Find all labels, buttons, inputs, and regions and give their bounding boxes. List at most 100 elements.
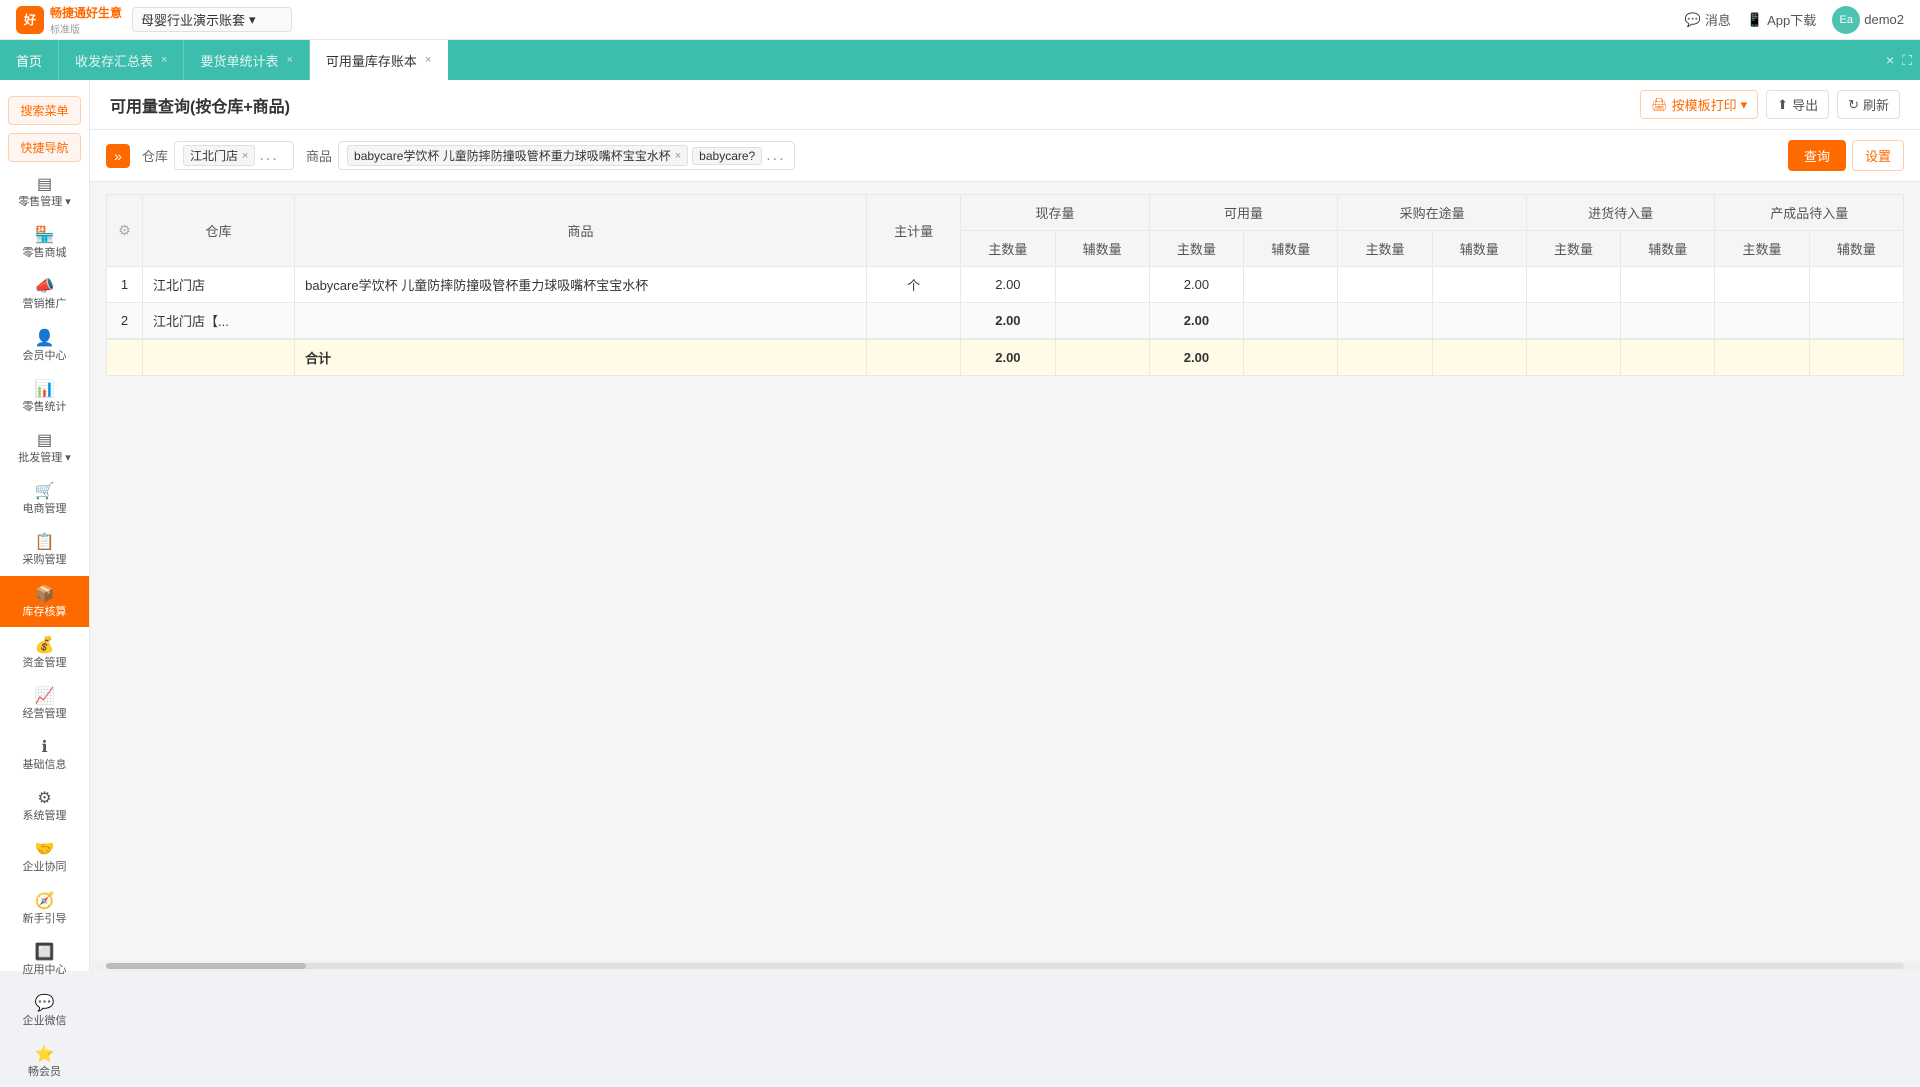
row1-warehouse: 江北门店 xyxy=(143,267,295,303)
sidebar-item-purchase-mgmt[interactable]: 📋 采购管理 xyxy=(0,524,89,575)
avatar-initial: Ea xyxy=(1840,14,1853,26)
data-table: ⚙ 仓库 商品 主计量 现存量 可用量 采购在途量 进货待入量 产成品待入量 主… xyxy=(106,194,1904,376)
sidebar-item-free-member[interactable]: ⭐ 畅会员 xyxy=(0,1036,89,1087)
warehouse-tag-close[interactable]: × xyxy=(242,150,248,162)
ops-icon: 📈 xyxy=(35,686,55,706)
refresh-icon: ↻ xyxy=(1848,97,1859,113)
scrollbar-thumb[interactable] xyxy=(106,963,306,969)
basic-info-icon: ℹ xyxy=(41,737,47,757)
quick-nav-btn[interactable]: 快捷导航 xyxy=(8,133,81,162)
marketing-icon: 📣 xyxy=(35,276,55,296)
sidebar-item-retail-mgmt[interactable]: ▤ 零售管理 ▾ xyxy=(0,166,89,217)
retail-mgmt-icon: ▤ xyxy=(37,174,52,194)
row2-prodp-aux xyxy=(1809,303,1903,340)
sidebar-item-marketing[interactable]: 📣 营销推广 xyxy=(0,268,89,319)
product-more[interactable]: ... xyxy=(766,147,785,165)
setting-btn[interactable]: 设置 xyxy=(1852,140,1904,171)
sys-icon: ⚙ xyxy=(37,788,51,808)
gear-icon[interactable]: ⚙ xyxy=(118,222,131,238)
summary-empty3 xyxy=(867,339,961,376)
top-bar-left: 好 畅捷通好生意 标准版 母婴行业演示账套 ▾ xyxy=(16,4,292,36)
filter-expand-btn[interactable]: » xyxy=(106,144,130,168)
sidebar-item-finance-mgmt[interactable]: 💰 资金管理 xyxy=(0,627,89,678)
nav-spacer xyxy=(448,40,1878,80)
tab-home-label: 首页 xyxy=(16,51,42,70)
tab-available-ledger-close[interactable]: × xyxy=(425,54,431,66)
product-input[interactable]: babycare学饮杯 儿童防摔防撞吸管杯重力球吸嘴杯宝宝水杯 × babyca… xyxy=(338,141,795,170)
sidebar-item-ecom-mgmt[interactable]: 🛒 电商管理 xyxy=(0,473,89,524)
sidebar-item-enterprise-wechat[interactable]: 💬 企业微信 xyxy=(0,985,89,1036)
free-member-icon: ⭐ xyxy=(35,1044,55,1064)
user-area[interactable]: Ea demo2 xyxy=(1832,6,1904,34)
logo-text: 畅捷通好生意 标准版 xyxy=(50,4,122,36)
sidebar-item-enterprise-collab[interactable]: 🤝 企业协同 xyxy=(0,831,89,882)
template-print-btn[interactable]: 🖨 按模板打印 ▾ xyxy=(1640,90,1758,119)
row2-stock-main: 2.00 xyxy=(961,303,1055,340)
message-btn[interactable]: 💬 消息 xyxy=(1685,10,1731,29)
row1-pt-main xyxy=(1338,267,1432,303)
nav-window-controls: × ⛶ xyxy=(1878,40,1920,80)
sidebar-item-member-center[interactable]: 👤 会员中心 xyxy=(0,320,89,371)
app-download-btn[interactable]: 📱 App下载 xyxy=(1747,10,1816,29)
tab-order-stats-label: 要货单统计表 xyxy=(200,51,278,70)
template-print-label: 按模板打印 xyxy=(1672,95,1737,114)
summary-label: 合计 xyxy=(295,339,867,376)
nav-tabs: 首页 收发存汇总表 × 要货单统计表 × 可用量库存账本 × × ⛶ xyxy=(0,40,1920,80)
th-product-pending-main: 主数量 xyxy=(1715,231,1809,267)
th-warehouse: 仓库 xyxy=(143,195,295,267)
warehouse-more[interactable]: ... xyxy=(259,147,278,165)
th-purchase-transit-group: 采购在途量 xyxy=(1338,195,1527,231)
summary-pt-aux xyxy=(1432,339,1526,376)
tab-order-stats[interactable]: 要货单统计表 × xyxy=(184,40,309,80)
industry-label: 母婴行业演示账套 xyxy=(141,10,245,29)
sidebar-item-app-center[interactable]: 🔲 应用中心 xyxy=(0,934,89,985)
sidebar-item-new-guide[interactable]: 🧭 新手引导 xyxy=(0,883,89,934)
row2-warehouse: 江北门店【... xyxy=(143,303,295,340)
warehouse-input[interactable]: 江北门店 × ... xyxy=(174,141,294,170)
summary-pt-main xyxy=(1338,339,1432,376)
product-tag1-value: babycare学饮杯 儿童防摔防撞吸管杯重力球吸嘴杯宝宝水杯 xyxy=(354,147,671,164)
refresh-label: 刷新 xyxy=(1863,95,1889,114)
row1-unit: 个 xyxy=(867,267,961,303)
sidebar-item-basic-info[interactable]: ℹ 基础信息 xyxy=(0,729,89,780)
top-bar-right: 💬 消息 📱 App下载 Ea demo2 xyxy=(1685,6,1904,34)
sidebar-item-retail-mall[interactable]: 🏪 零售商城 xyxy=(0,217,89,268)
summary-pp-main xyxy=(1526,339,1620,376)
row2-pt-aux xyxy=(1432,303,1526,340)
row1-prodp-main xyxy=(1715,267,1809,303)
export-btn[interactable]: ⬆ 导出 xyxy=(1766,90,1829,119)
tab-home[interactable]: 首页 xyxy=(0,40,59,80)
industry-selector[interactable]: 母婴行业演示账套 ▾ xyxy=(132,7,292,32)
app-center-icon: 🔲 xyxy=(35,942,55,962)
th-stock-group: 现存量 xyxy=(961,195,1150,231)
tab-order-stats-close[interactable]: × xyxy=(286,54,292,66)
th-available-main: 主数量 xyxy=(1149,231,1243,267)
row1-pt-aux xyxy=(1432,267,1526,303)
query-btn[interactable]: 查询 xyxy=(1788,140,1846,171)
finance-icon: 💰 xyxy=(35,635,55,655)
summary-empty1 xyxy=(107,339,143,376)
user-name: demo2 xyxy=(1864,12,1904,27)
tab-recv-summary-close[interactable]: × xyxy=(161,54,167,66)
row1-stock-aux xyxy=(1055,267,1149,303)
sidebar-item-inventory-check[interactable]: 📦 库存核算 xyxy=(0,576,89,627)
logo-icon: 好 xyxy=(16,6,44,34)
window-close-btn[interactable]: × xyxy=(1886,52,1894,68)
product-tag1-close[interactable]: × xyxy=(675,150,681,162)
search-menu-btn[interactable]: 搜索菜单 xyxy=(8,96,81,125)
tab-recv-summary[interactable]: 收发存汇总表 × xyxy=(59,40,184,80)
scrollbar-track[interactable] xyxy=(106,963,1904,969)
tab-available-ledger[interactable]: 可用量库存账本 × xyxy=(310,40,448,80)
summary-pp-aux xyxy=(1621,339,1715,376)
window-max-btn[interactable]: ⛶ xyxy=(1902,52,1912,69)
th-available-group: 可用量 xyxy=(1149,195,1338,231)
refresh-btn[interactable]: ↻ 刷新 xyxy=(1837,90,1900,119)
sidebar-search-area: 搜索菜单 xyxy=(0,88,89,129)
inventory-icon: 📦 xyxy=(35,584,55,604)
sidebar-item-sys-mgmt[interactable]: ⚙ 系统管理 xyxy=(0,780,89,831)
sidebar-item-batch-mgmt[interactable]: ▤ 批发管理 ▾ xyxy=(0,422,89,473)
sidebar-item-ops-mgmt[interactable]: 📈 经营管理 xyxy=(0,678,89,729)
row2-pp-main xyxy=(1526,303,1620,340)
summary-row: 合计 2.00 2.00 xyxy=(107,339,1904,376)
sidebar-item-retail-stats[interactable]: 📊 零售统计 xyxy=(0,371,89,422)
